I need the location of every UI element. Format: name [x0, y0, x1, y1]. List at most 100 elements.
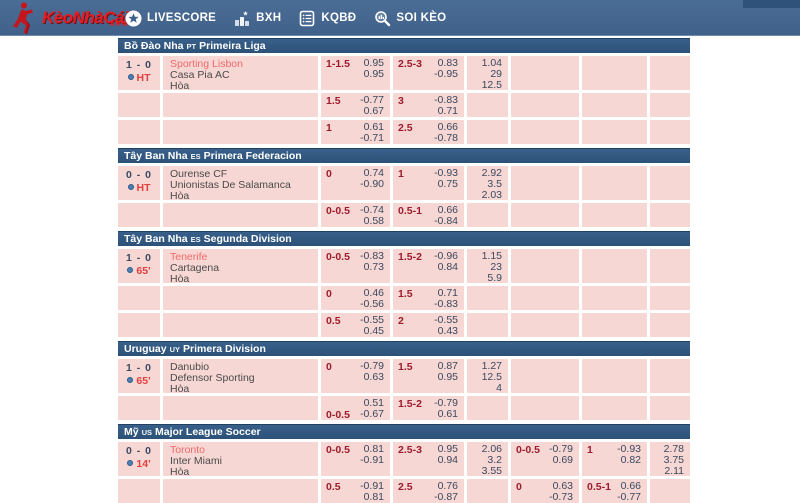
handicap-ft-cell[interactable]: 1-1.50.950.95: [321, 56, 390, 90]
over-under-ft-cell[interactable]: 1.50.71-0.83: [393, 286, 464, 310]
handicap-h1-cell-empty: [511, 56, 579, 90]
1x2-h1-cell[interactable]: 2.783.752.11: [650, 442, 690, 476]
1x2-h1-cell-empty: [650, 203, 690, 227]
handicap-ft-cell[interactable]: 0.5-0.550.45: [321, 313, 390, 337]
over-under-ft-cell[interactable]: 2-0.550.43: [393, 313, 464, 337]
teams-cell[interactable]: DanubioDefensor SportingHòa: [163, 359, 318, 393]
handicap-label: 0: [326, 361, 332, 373]
match-status: HT: [118, 72, 160, 84]
score-cell: 1 - 065': [118, 359, 160, 393]
site-logo[interactable]: KèoNhàCái ARMY: [10, 0, 128, 36]
handicap-ft-cell[interactable]: 0-0.50.51-0.67: [321, 396, 390, 420]
handicap-ft-cell[interactable]: 0-0.50.81-0.91: [321, 442, 390, 476]
league-name: Major League Soccer: [155, 426, 261, 438]
nav-item-kqb-[interactable]: KQBĐ: [299, 10, 356, 27]
country-name: Bồ Đào Nha: [124, 40, 184, 52]
over-under-ft-cell[interactable]: 2.5-30.950.94: [393, 442, 464, 476]
odds-value: -0.77: [582, 492, 641, 503]
nav-item-livescore[interactable]: LIVESCORE: [125, 10, 216, 27]
odds-value: 0.82: [582, 455, 641, 466]
teams-cell[interactable]: Ourense CFUnionistas De SalamancaHòa: [163, 166, 318, 200]
over-under-ft-cell[interactable]: 2.50.76-0.87: [393, 479, 464, 503]
1x2-h1-cell-empty: [650, 396, 690, 420]
1x2-ft-cell[interactable]: 2.923.52.03: [467, 166, 508, 200]
over-under-h1-cell-empty: [582, 313, 647, 337]
top-nav: KèoNhàCái ARMY LIVESCORE BXH KQBĐ SOI KÈO: [0, 0, 800, 36]
handicap-label: 0: [516, 481, 522, 493]
teams-cell[interactable]: TorontoInter MiamiHòa: [163, 442, 318, 476]
league-section: Tây Ban NhaESPrimera Federacion0 - 0HTOu…: [118, 148, 690, 227]
teams-cell[interactable]: TenerifeCartagenaHòa: [163, 249, 318, 283]
odds-value: -0.90: [321, 179, 384, 190]
over-under-h1-cell-empty: [582, 56, 647, 90]
handicap-ft-cell[interactable]: 0-0.5-0.740.58: [321, 203, 390, 227]
handicap-label: 1: [326, 122, 332, 134]
score-cell-empty: [118, 396, 160, 420]
odds-value: 0.81: [321, 492, 384, 503]
league-name: Segunda Division: [204, 233, 292, 245]
match-status: 65': [118, 375, 160, 387]
odds-board: Bồ Đào NhaPTPrimeira Liga1 - 0HTSporting…: [118, 38, 690, 503]
match-score: 1 - 0: [118, 252, 160, 265]
handicap-h1-cell[interactable]: 00.63-0.73: [511, 479, 579, 503]
score-cell: 0 - 014': [118, 442, 160, 476]
handicap-label: 0.5-1: [587, 481, 611, 493]
handicap-h1-cell-empty: [511, 93, 579, 117]
odds-value: 0.95: [321, 69, 384, 80]
handicap-h1-cell-empty: [511, 286, 579, 310]
score-cell-empty: [118, 313, 160, 337]
teams-cell[interactable]: Sporting LisbonCasa Pia ACHòa: [163, 56, 318, 90]
over-under-h1-cell-empty: [582, 249, 647, 283]
handicap-ft-cell[interactable]: 00.74-0.90: [321, 166, 390, 200]
nav-item-soi-k-o[interactable]: SOI KÈO: [374, 10, 446, 27]
handicap-h1-cell-empty: [511, 203, 579, 227]
score-cell-empty: [118, 479, 160, 503]
team-name: Sporting Lisbon: [170, 59, 318, 70]
odds-value: 0.95: [393, 372, 458, 383]
over-under-ft-cell[interactable]: 1.50.870.95: [393, 359, 464, 393]
1x2-h1-cell-empty: [650, 479, 690, 503]
handicap-ft-cell[interactable]: 0-0.5-0.830.73: [321, 249, 390, 283]
handicap-label: 3: [398, 95, 404, 107]
over-under-ft-cell[interactable]: 1-0.930.75: [393, 166, 464, 200]
1x2-ft-cell[interactable]: 2.063.23.55: [467, 442, 508, 476]
handicap-ft-cell[interactable]: 00.46-0.56: [321, 286, 390, 310]
over-under-h1-cell-empty: [582, 359, 647, 393]
magnifier-icon: [374, 10, 391, 27]
odds-value: -0.56: [321, 299, 384, 310]
over-under-h1-cell[interactable]: 1-0.930.82: [582, 442, 647, 476]
handicap-label: 1.5: [398, 288, 413, 300]
over-under-ft-cell[interactable]: 2.50.66-0.78: [393, 120, 464, 144]
over-under-h1-cell-empty: [582, 93, 647, 117]
1x2-ft-cell[interactable]: 1.15235.9: [467, 249, 508, 283]
handicap-ft-cell[interactable]: 10.61-0.71: [321, 120, 390, 144]
over-under-ft-cell[interactable]: 1.5-2-0.790.61: [393, 396, 464, 420]
handicap-h1-cell[interactable]: 0-0.5-0.790.69: [511, 442, 579, 476]
nav-item-bxh[interactable]: BXH: [234, 10, 281, 27]
draw-label: Hòa: [170, 384, 318, 393]
1x2-ft-cell[interactable]: 1.2712.54: [467, 359, 508, 393]
over-under-h1-cell-empty: [582, 120, 647, 144]
over-under-ft-cell[interactable]: 1.5-2-0.960.84: [393, 249, 464, 283]
handicap-label: 0.5-1: [398, 205, 422, 217]
corner-decoration: [743, 0, 800, 8]
league-name: Primeira Liga: [199, 40, 266, 52]
handicap-h1-cell-empty: [511, 166, 579, 200]
handicap-label: 2: [398, 315, 404, 327]
over-under-h1-cell[interactable]: 0.5-10.66-0.77: [582, 479, 647, 503]
1x2-h1-cell-empty: [650, 249, 690, 283]
odds-value: 0.69: [511, 455, 573, 466]
over-under-ft-cell[interactable]: 2.5-30.83-0.95: [393, 56, 464, 90]
over-under-ft-cell[interactable]: 0.5-10.66-0.84: [393, 203, 464, 227]
odds-value: 0.45: [321, 326, 384, 337]
odds-value: -0.73: [511, 492, 573, 503]
score-cell: 1 - 065': [118, 249, 160, 283]
handicap-ft-cell[interactable]: 0-0.790.63: [321, 359, 390, 393]
teams-cell-empty: [163, 479, 318, 503]
over-under-ft-cell[interactable]: 3-0.830.71: [393, 93, 464, 117]
handicap-label: 1: [587, 444, 593, 456]
handicap-ft-cell[interactable]: 0.5-0.910.81: [321, 479, 390, 503]
1x2-ft-cell[interactable]: 1.042912.5: [467, 56, 508, 90]
handicap-ft-cell[interactable]: 1.5-0.770.67: [321, 93, 390, 117]
country-code: ES: [191, 235, 201, 244]
